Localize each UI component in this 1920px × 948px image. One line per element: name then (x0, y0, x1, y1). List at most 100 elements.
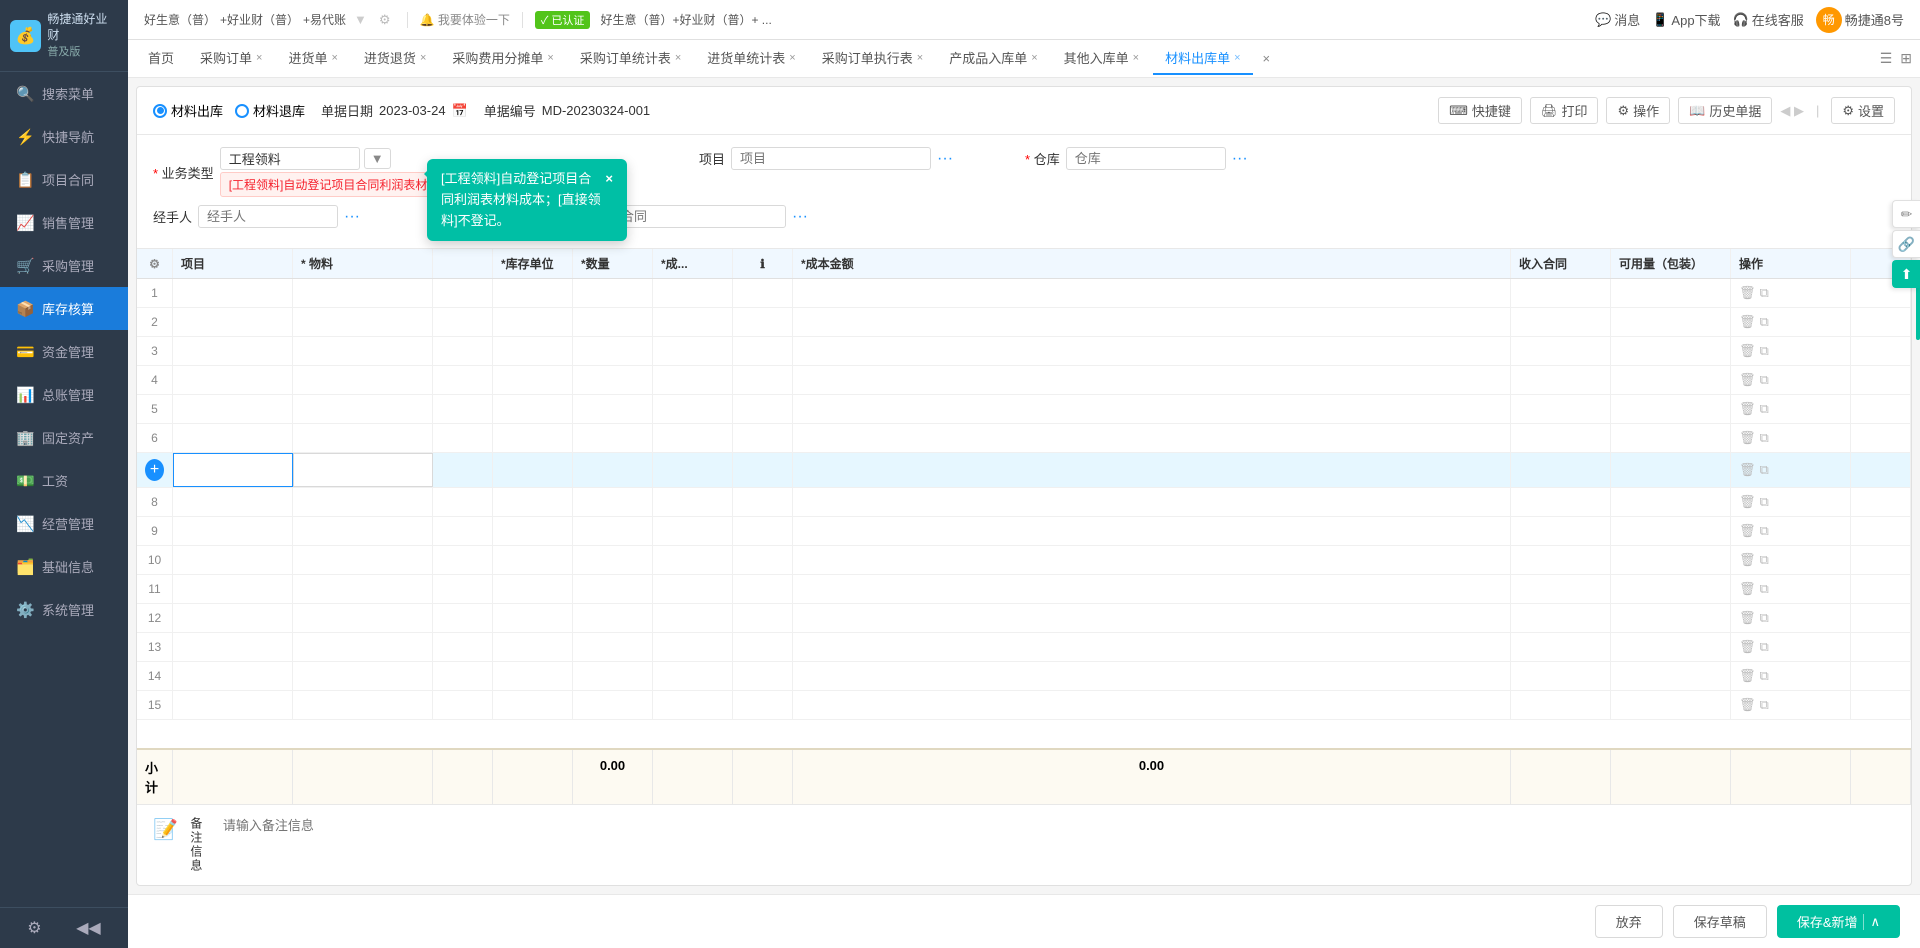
online-service-btn[interactable]: 🎧 在线客服 (1733, 10, 1804, 29)
row-unit[interactable] (493, 308, 573, 336)
tab-close-all-btn[interactable]: × (1255, 47, 1279, 70)
row-income-contract[interactable] (1511, 308, 1611, 336)
tab-in-stats[interactable]: 进货单统计表 × (695, 42, 807, 75)
sidebar-item-search[interactable]: 🔍 搜索菜单 (0, 72, 128, 115)
tab-purchase-expense[interactable]: 采购费用分摊单 × (440, 42, 565, 75)
delete-row-btn[interactable]: 🗑 (1739, 523, 1756, 539)
delete-row-btn[interactable]: 🗑 (1739, 285, 1756, 301)
delete-row-btn[interactable]: 🗑 (1739, 581, 1756, 597)
row-available[interactable] (1611, 308, 1731, 336)
radio-material-out[interactable]: 材料出库 (153, 101, 223, 120)
copy-row-btn[interactable]: ⧉ (1760, 430, 1769, 446)
copy-row-btn[interactable]: ⧉ (1760, 610, 1769, 626)
row-spec[interactable] (433, 488, 493, 516)
table-settings-btn[interactable]: ⚙ (137, 249, 173, 278)
copy-row-btn[interactable]: ⧉ (1760, 462, 1769, 478)
row-cost-price[interactable] (653, 395, 733, 423)
announce-good-biz[interactable]: 好生意（普） (144, 11, 216, 28)
row-cost-amount[interactable] (793, 395, 1511, 423)
sidebar-settings-btn[interactable]: ⚙ (27, 918, 41, 938)
project-cell-input[interactable] (180, 463, 286, 477)
side-expand-btn[interactable]: ⬆ (1892, 260, 1920, 288)
row-income-contract[interactable] (1511, 395, 1611, 423)
row-unit-editing[interactable] (493, 453, 573, 487)
income-contract-dots-btn[interactable]: ··· (792, 208, 808, 226)
business-type-dropdown-icon[interactable]: ▼ (364, 148, 391, 169)
delete-row-btn[interactable]: 🗑 (1739, 494, 1756, 510)
save-draft-btn[interactable]: 保存草稿 (1673, 905, 1767, 938)
row-available[interactable] (1611, 488, 1731, 516)
row-project[interactable] (173, 488, 293, 516)
delete-row-btn[interactable]: 🗑 (1739, 314, 1756, 330)
tab-purchase-in[interactable]: 进货单 × (276, 42, 349, 75)
user-avatar-btn[interactable]: 畅 畅捷通8号 (1816, 7, 1904, 33)
sidebar-item-basic[interactable]: 🗂️ 基础信息 (0, 545, 128, 588)
copy-row-btn[interactable]: ⧉ (1760, 552, 1769, 568)
row-material[interactable] (293, 308, 433, 336)
app-download-btn[interactable]: 📱 App下载 (1652, 10, 1720, 29)
row-income-contract[interactable] (1511, 279, 1611, 307)
row-income-contract[interactable] (1511, 424, 1611, 452)
announce-notification[interactable]: 🔔 我要体验一下 (420, 11, 510, 28)
copy-row-btn[interactable]: ⧉ (1760, 285, 1769, 301)
row-spec[interactable] (433, 366, 493, 394)
discard-btn[interactable]: 放弃 (1595, 905, 1663, 938)
row-qty[interactable] (573, 366, 653, 394)
print-btn[interactable]: 🖨 打印 (1530, 97, 1599, 124)
tab-purchase-exec[interactable]: 采购订单执行表 × (810, 42, 935, 75)
settings-btn[interactable]: ⚙ 设置 (1831, 97, 1895, 124)
row-available[interactable] (1611, 337, 1731, 365)
row-qty[interactable] (573, 279, 653, 307)
delete-row-btn[interactable]: 🗑 (1739, 552, 1756, 568)
row-cost-amount[interactable] (793, 279, 1511, 307)
announce-plus-biz[interactable]: +好业财（普） (220, 11, 299, 28)
row-cost-price[interactable] (653, 424, 733, 452)
row-unit[interactable] (493, 337, 573, 365)
sidebar-item-payroll[interactable]: 💵 工资 (0, 459, 128, 502)
copy-row-btn[interactable]: ⧉ (1760, 581, 1769, 597)
tab-close-icon[interactable]: × (1031, 52, 1037, 64)
tab-close-icon[interactable]: × (420, 52, 426, 64)
copy-row-btn[interactable]: ⧉ (1760, 401, 1769, 417)
tab-product-in[interactable]: 产成品入库单 × (937, 42, 1049, 75)
row-project[interactable] (173, 279, 293, 307)
tab-close-active-icon[interactable]: × (1234, 52, 1240, 64)
row-material[interactable] (293, 279, 433, 307)
row-cost-amount[interactable] (793, 308, 1511, 336)
row-material[interactable] (293, 488, 433, 516)
row-income-contract-editing[interactable] (1511, 453, 1611, 487)
tab-material-out[interactable]: 材料出库单 × (1153, 42, 1252, 75)
row-cost-amount-editing[interactable] (793, 453, 1511, 487)
row-available-editing[interactable] (1611, 453, 1731, 487)
side-link-btn[interactable]: 🔗 (1892, 230, 1920, 258)
row-project[interactable] (173, 308, 293, 336)
copy-row-btn[interactable]: ⧉ (1760, 494, 1769, 510)
row-qty[interactable] (573, 488, 653, 516)
row-project[interactable] (173, 366, 293, 394)
scrollbar[interactable] (1916, 280, 1920, 340)
sidebar-item-shortcuts[interactable]: ⚡ 快捷导航 (0, 115, 128, 158)
row-cost-price[interactable] (653, 366, 733, 394)
row-qty-editing[interactable] (573, 453, 653, 487)
row-unit[interactable] (493, 424, 573, 452)
copy-row-btn[interactable]: ⧉ (1760, 314, 1769, 330)
delete-row-btn[interactable]: 🗑 (1739, 430, 1756, 446)
copy-row-btn[interactable]: ⧉ (1760, 697, 1769, 713)
row-input-project[interactable] (173, 453, 293, 487)
row-unit[interactable] (493, 366, 573, 394)
sidebar-item-system[interactable]: ⚙️ 系统管理 (0, 588, 128, 631)
tab-home[interactable]: 首页 (136, 42, 186, 75)
docno-value[interactable]: MD-20230324-001 (542, 103, 650, 118)
row-qty[interactable] (573, 308, 653, 336)
sidebar-item-purchase[interactable]: 🛒 采购管理 (0, 244, 128, 287)
delete-row-btn[interactable]: 🗑 (1739, 401, 1756, 417)
radio-material-return[interactable]: 材料退库 (235, 101, 305, 120)
row-cost-amount[interactable] (793, 488, 1511, 516)
row-project[interactable] (173, 395, 293, 423)
tab-close-icon[interactable]: × (789, 52, 795, 64)
add-row-btn[interactable]: + (145, 459, 164, 481)
row-qty[interactable] (573, 395, 653, 423)
delete-row-btn[interactable]: 🗑 (1739, 372, 1756, 388)
row-spec-editing[interactable] (433, 453, 493, 487)
delete-row-btn[interactable]: 🗑 (1739, 668, 1756, 684)
